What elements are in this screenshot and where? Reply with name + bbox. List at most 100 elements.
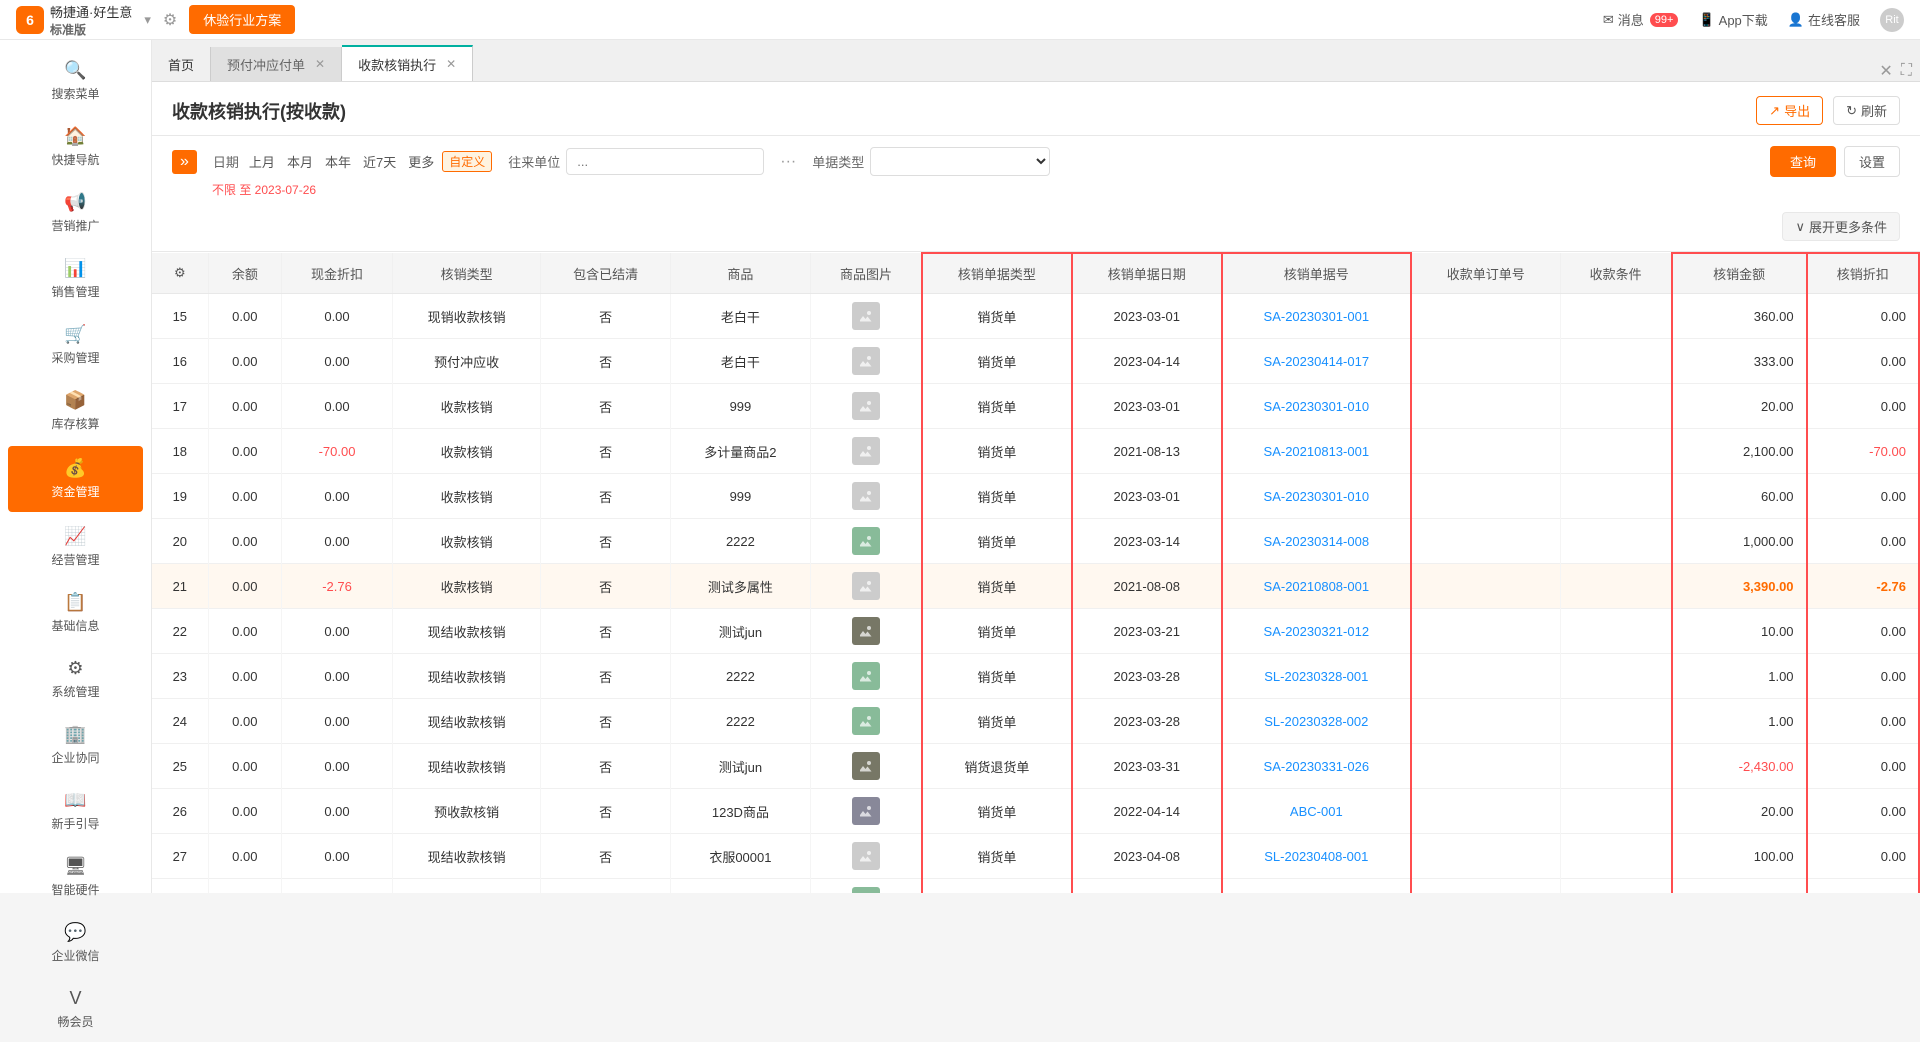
sidebar-item-system[interactable]: ⚙ 系统管理 [0,646,151,712]
sidebar-item-hardware[interactable]: 🖥 智能硬件 [0,844,151,910]
date-option-more[interactable]: 更多 [404,150,438,173]
date-option-7days[interactable]: 近7天 [359,150,400,173]
date-option-this-year[interactable]: 本年 [321,150,355,173]
dropdown-arrow-icon[interactable]: ▾ [144,12,151,28]
bill-type-select[interactable] [870,147,1050,176]
td-product: 多计量商品2 [670,429,810,474]
sidebar-label-sales: 销售管理 [51,283,99,300]
sidebar-item-operations[interactable]: 📈 经营管理 [0,514,151,580]
td-product-image [810,744,922,789]
td-receipt-order [1411,519,1560,564]
td-verify-amount: 10.00 [1672,609,1807,654]
tab-collection[interactable]: 收款核销执行 ✕ [342,45,473,81]
bill-no-link[interactable]: ABC-001 [1290,804,1343,819]
tab-prepay-close-icon[interactable]: ✕ [315,57,325,71]
bill-no-link[interactable]: SL-20230408-001 [1264,849,1368,864]
td-receipt-order [1411,294,1560,339]
bill-no-link[interactable]: SA-20230321-012 [1264,624,1370,639]
td-product: 2222 [670,879,810,894]
table-body: 15 0.00 0.00 现销收款核销 否 老白干 销货单 2023-03-01… [152,294,1919,894]
window-close-icon[interactable]: ✕ [1879,61,1892,81]
industry-btn[interactable]: 休验行业方案 [189,5,295,34]
refresh-button[interactable]: ↻ 刷新 [1833,96,1900,125]
td-bill-no[interactable]: SA-20230301-001 [1222,294,1411,339]
td-bill-date: 2023-03-28 [1072,699,1222,744]
message-btn[interactable]: ✉ 消息 99+ [1603,10,1679,29]
tab-prepay[interactable]: 预付冲应付单 ✕ [211,47,342,81]
filter-collapse-btn[interactable]: » [172,150,197,174]
bill-no-link[interactable]: SA-20230314-008 [1264,534,1370,549]
td-num: 25 [152,744,208,789]
sidebar-item-finance[interactable]: 💰 资金管理 [8,446,143,512]
sidebar-item-wechat[interactable]: 💬 企业微信 [0,910,151,976]
export-button[interactable]: ↗ 导出 [1756,96,1823,125]
table-row: 17 0.00 0.00 收款核销 否 999 销货单 2023-03-01 S… [152,384,1919,429]
th-verify-discount: 核销折扣 [1807,253,1919,294]
th-settings[interactable]: ⚙ [152,253,208,294]
td-bill-no[interactable]: SA-20230314-008 [1222,519,1411,564]
sidebar-item-purchase[interactable]: 🛒 采购管理 [0,312,151,378]
sidebar-item-enterprise[interactable]: 🏢 企业协同 [0,712,151,778]
bill-no-link[interactable]: SA-20230301-010 [1264,489,1370,504]
td-product: 老白干 [670,339,810,384]
td-bill-no[interactable]: SL-20230418-001 [1222,879,1411,894]
bill-no-link[interactable]: SA-20230301-010 [1264,399,1370,414]
refresh-icon: ↻ [1846,103,1857,119]
partner-input[interactable] [566,148,764,175]
settings-icon[interactable]: ⚙ [163,10,177,30]
bill-no-link[interactable]: SA-20210808-001 [1264,579,1370,594]
date-option-custom[interactable]: 自定义 [442,151,492,172]
expand-conditions-btn[interactable]: ∨ 展开更多条件 [1782,212,1900,241]
bill-no-link[interactable]: SA-20230301-001 [1264,309,1370,324]
sidebar-item-guide[interactable]: 📖 新手引导 [0,778,151,844]
user-avatar[interactable]: Rit [1880,8,1904,32]
tab-home[interactable]: 首页 [152,47,211,81]
td-product-image [810,339,922,384]
td-bill-no[interactable]: SA-20230331-026 [1222,744,1411,789]
table-row: 26 0.00 0.00 预收款核销 否 123D商品 销货单 2022-04-… [152,789,1919,834]
sidebar-item-search[interactable]: 🔍 搜索菜单 [0,48,151,114]
sidebar-item-sales[interactable]: 📊 销售管理 [0,246,151,312]
sidebar-item-member[interactable]: V 畅会员 [0,976,151,1042]
td-bill-no[interactable]: SL-20230328-001 [1222,654,1411,699]
settings-button[interactable]: 设置 [1844,146,1900,177]
td-bill-no[interactable]: SA-20210808-001 [1222,564,1411,609]
td-verify-type: 收款核销 [392,564,540,609]
td-receipt-order [1411,834,1560,879]
table-row: 24 0.00 0.00 现结收款核销 否 2222 销货单 2023-03-2… [152,699,1919,744]
bill-no-link[interactable]: SA-20230414-017 [1264,354,1370,369]
bill-no-link[interactable]: SA-20230331-026 [1264,759,1370,774]
td-num: 23 [152,654,208,699]
tab-collection-close-icon[interactable]: ✕ [446,57,456,71]
td-receipt-order [1411,429,1560,474]
td-bill-no[interactable]: SA-20230414-017 [1222,339,1411,384]
bill-no-link[interactable]: SL-20230328-002 [1264,714,1368,729]
sidebar-item-basic[interactable]: 📋 基础信息 [0,580,151,646]
td-bill-no[interactable]: ABC-001 [1222,789,1411,834]
app-download-btn[interactable]: 📱 App下载 [1698,10,1767,29]
date-option-last-month[interactable]: 上月 [245,150,279,173]
td-product: 2222 [670,519,810,564]
bill-no-link[interactable]: SL-20230328-001 [1264,669,1368,684]
window-expand-icon[interactable]: ⛶ [1901,62,1912,80]
td-product-image [810,474,922,519]
th-balance: 余额 [208,253,281,294]
td-verify-discount: 0.00 [1807,609,1919,654]
online-service-btn[interactable]: 👤 在线客服 [1788,10,1860,29]
td-bill-no[interactable]: SA-20210813-001 [1222,429,1411,474]
filter-row-1: » 日期 上月 本月 本年 近7天 更多 自定义 往来单位 · [172,146,1900,177]
td-bill-no[interactable]: SA-20230321-012 [1222,609,1411,654]
td-bill-no[interactable]: SL-20230328-002 [1222,699,1411,744]
sidebar-item-marketing[interactable]: 📢 营销推广 [0,180,151,246]
sidebar-item-shortcuts[interactable]: 🏠 快捷导航 [0,114,151,180]
date-option-this-month[interactable]: 本月 [283,150,317,173]
bill-no-link[interactable]: SA-20210813-001 [1264,444,1370,459]
sidebar-item-inventory[interactable]: 📦 库存核算 [0,378,151,444]
query-button[interactable]: 查询 [1770,146,1836,177]
td-bill-no[interactable]: SL-20230408-001 [1222,834,1411,879]
online-service-label: 在线客服 [1808,10,1860,29]
export-icon: ↗ [1769,103,1780,119]
td-bill-no[interactable]: SA-20230301-010 [1222,384,1411,429]
td-verify-discount: -70.00 [1807,429,1919,474]
td-bill-no[interactable]: SA-20230301-010 [1222,474,1411,519]
